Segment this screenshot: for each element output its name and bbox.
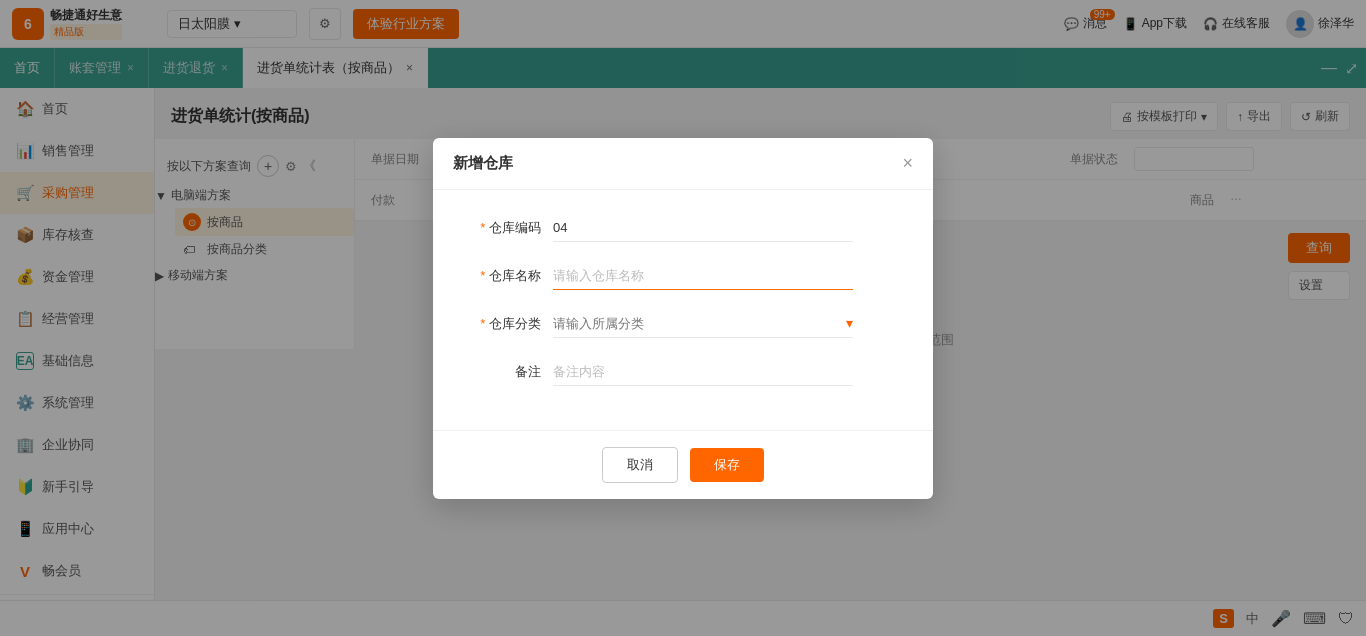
code-input[interactable]	[553, 214, 853, 242]
note-input[interactable]	[553, 358, 853, 386]
modal-body: 仓库编码 仓库名称 仓库分类 ▾ 备注	[433, 190, 933, 430]
modal-overlay[interactable]: 新增仓库 × 仓库编码 仓库名称 仓库分类 ▾	[0, 0, 1366, 636]
form-row-name: 仓库名称	[473, 262, 893, 290]
save-button[interactable]: 保存	[690, 448, 764, 482]
select-arrow-icon: ▾	[846, 315, 853, 331]
add-warehouse-modal: 新增仓库 × 仓库编码 仓库名称 仓库分类 ▾	[433, 138, 933, 499]
name-input[interactable]	[553, 262, 853, 290]
cancel-button[interactable]: 取消	[602, 447, 678, 483]
modal-footer: 取消 保存	[433, 430, 933, 499]
category-select[interactable]: ▾	[553, 310, 853, 338]
category-label: 仓库分类	[473, 315, 553, 333]
category-input[interactable]	[553, 310, 846, 337]
modal-title: 新增仓库	[453, 154, 513, 173]
form-row-category: 仓库分类 ▾	[473, 310, 893, 338]
code-label: 仓库编码	[473, 219, 553, 237]
form-row-code: 仓库编码	[473, 214, 893, 242]
name-label: 仓库名称	[473, 267, 553, 285]
form-row-note: 备注	[473, 358, 893, 386]
note-label: 备注	[473, 363, 553, 381]
modal-header: 新增仓库 ×	[433, 138, 933, 190]
modal-close-btn[interactable]: ×	[902, 154, 913, 172]
